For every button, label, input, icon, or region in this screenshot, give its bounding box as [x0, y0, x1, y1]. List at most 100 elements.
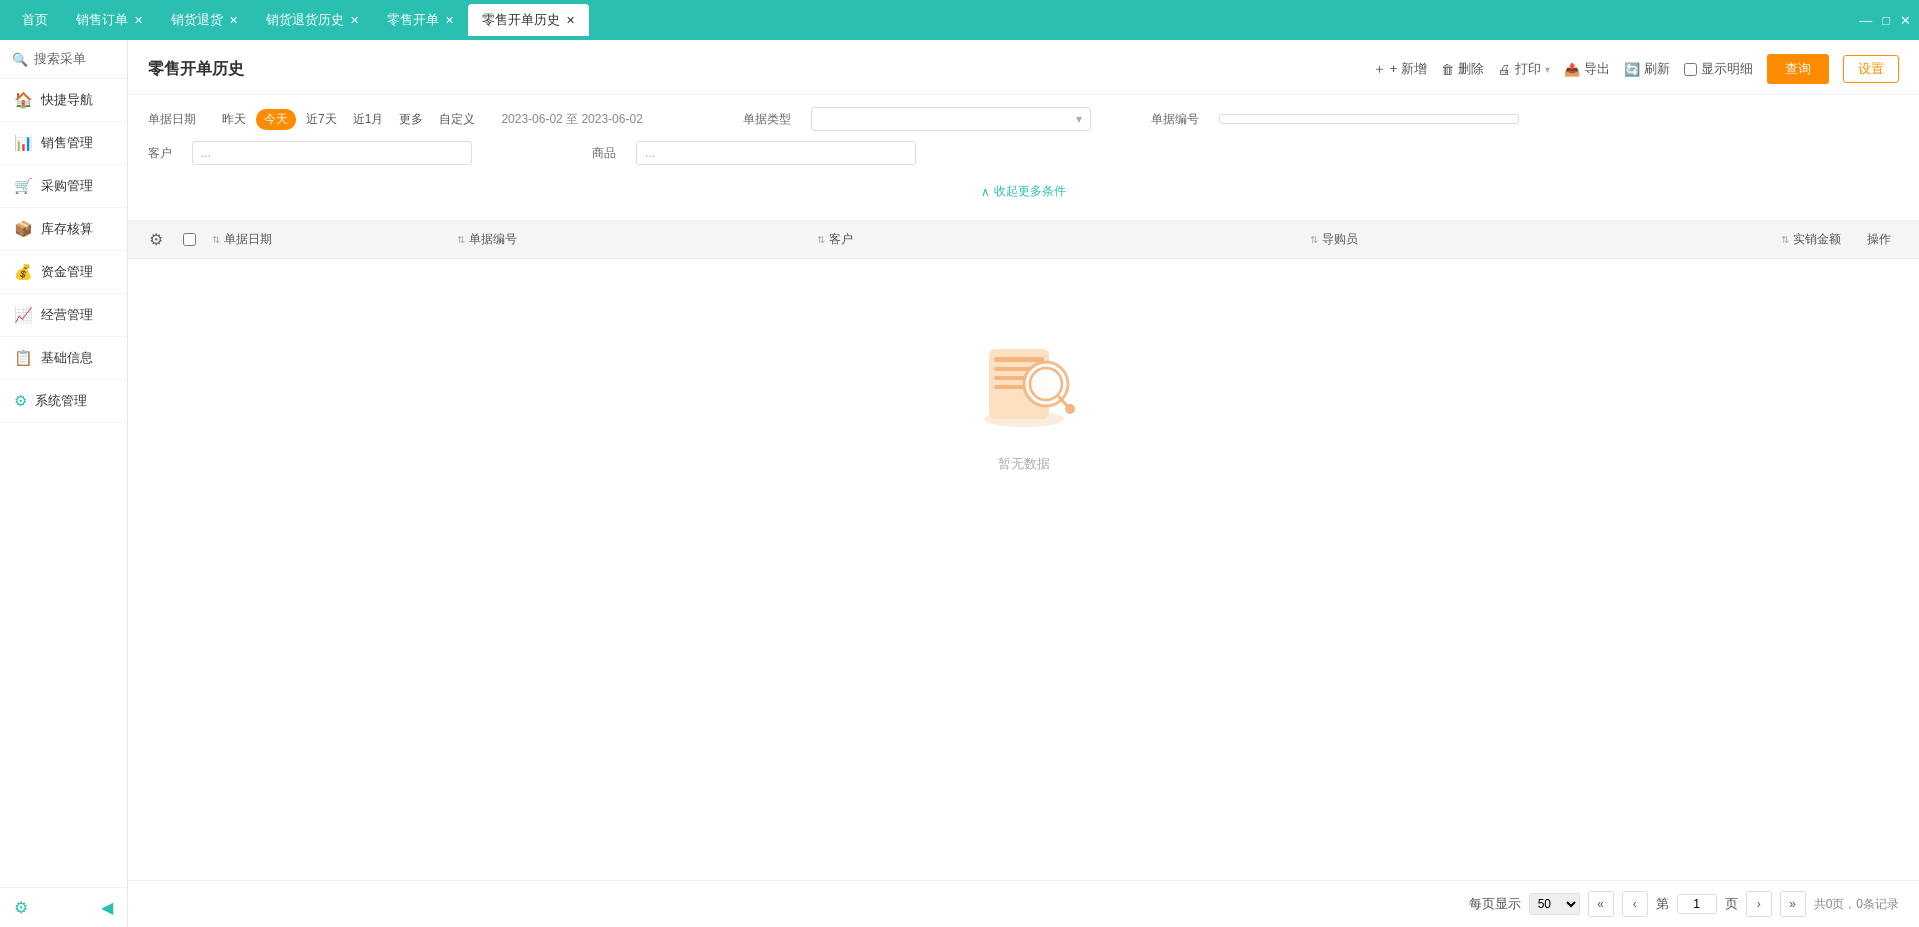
type-select[interactable]: ▾ [811, 107, 1091, 131]
date-btn-1month[interactable]: 近1月 [347, 109, 390, 130]
select-all-input[interactable] [183, 233, 196, 246]
add-button[interactable]: ＋ + 新增 [1373, 60, 1427, 78]
export-icon: 📤 [1564, 62, 1580, 77]
sidebar-item-finance[interactable]: 💰 资金管理 [0, 251, 127, 294]
col-customer: ⇅ 客户 [809, 231, 1302, 248]
page-title: 零售开单历史 [148, 59, 244, 80]
sidebar-item-quick-nav[interactable]: 🏠 快捷导航 [0, 79, 127, 122]
sort-amount-icon[interactable]: ⇅ [1781, 234, 1789, 245]
col-op: 操作 [1849, 231, 1909, 248]
date-btn-yesterday[interactable]: 昨天 [216, 109, 252, 130]
tab-sales-return[interactable]: 销货退货 ✕ [157, 4, 252, 36]
col-guide: ⇅ 导购员 [1302, 231, 1547, 248]
print-button[interactable]: 🖨 打印 ▾ [1498, 60, 1550, 78]
type-label: 单据类型 [743, 111, 791, 128]
sidebar-item-purchase[interactable]: 🛒 采购管理 [0, 165, 127, 208]
sidebar-item-system[interactable]: ⚙ 系统管理 [0, 380, 127, 423]
close-tab-retail-order[interactable]: ✕ [445, 14, 454, 27]
collapse-icon: ∧ [981, 185, 990, 199]
sidebar: 🔍 搜索采单 🏠 快捷导航 📊 销售管理 🛒 采购管理 📦 库存核算 💰 资金管… [0, 40, 128, 927]
table-header: ⚙ ⇅ 单据日期 ⇅ 单据编号 ⇅ 客户 ⇅ 导购员 [128, 221, 1919, 259]
column-settings-btn[interactable]: ⚙ [138, 230, 174, 249]
maximize-btn[interactable]: □ [1882, 13, 1890, 28]
sidebar-item-basic-info[interactable]: 📋 基础信息 [0, 337, 127, 380]
sort-date-icon[interactable]: ⇅ [212, 234, 220, 245]
date-btn-more[interactable]: 更多 [393, 109, 429, 130]
basic-info-icon: 📋 [14, 349, 33, 367]
sidebar-search[interactable]: 🔍 搜索采单 [0, 40, 127, 79]
tab-bar: 首页 销售订单 ✕ 销货退货 ✕ 销货退货历史 ✕ 零售开单 ✕ 零售开单历史 … [0, 0, 1919, 40]
minimize-btn[interactable]: — [1859, 13, 1872, 28]
print-icon: 🖨 [1498, 62, 1511, 77]
empty-illustration [964, 319, 1084, 439]
col-amount: ⇅ 实销金额 [1547, 231, 1849, 248]
close-tab-sales-return-history[interactable]: ✕ [350, 14, 359, 27]
customer-label: 客户 [148, 145, 172, 162]
tab-sales-order[interactable]: 销售订单 ✕ [62, 4, 157, 36]
type-dropdown-icon: ▾ [1076, 112, 1082, 126]
pagination: 每页显示 50 10 20 100 « ‹ 第 页 › » 共0页，0条记录 [128, 880, 1919, 927]
system-icon: ⚙ [14, 392, 27, 410]
close-tab-retail-order-history[interactable]: ✕ [566, 14, 575, 27]
tab-retail-order-history[interactable]: 零售开单历史 ✕ [468, 4, 589, 36]
home-icon: 🏠 [14, 91, 33, 109]
refresh-button[interactable]: 🔄 刷新 [1624, 60, 1670, 78]
sidebar-item-inventory[interactable]: 📦 库存核算 [0, 208, 127, 251]
customer-dots: ... [201, 146, 211, 160]
page-header: 零售开单历史 ＋ + 新增 🗑 删除 🖨 打印 ▾ 📤 导出 [128, 40, 1919, 95]
content-area: 零售开单历史 ＋ + 新增 🗑 删除 🖨 打印 ▾ 📤 导出 [128, 40, 1919, 927]
select-all-checkbox[interactable] [174, 233, 204, 246]
tab-home[interactable]: 首页 [8, 4, 62, 36]
date-btn-7days[interactable]: 近7天 [300, 109, 343, 130]
collapse-sidebar-icon[interactable]: ◀ [101, 898, 113, 917]
next-page-btn[interactable]: › [1746, 891, 1772, 917]
setting-button[interactable]: 设置 [1843, 55, 1899, 83]
table-area: ⚙ ⇅ 单据日期 ⇅ 单据编号 ⇅ 客户 ⇅ 导购员 [128, 221, 1919, 880]
query-button[interactable]: 查询 [1767, 54, 1829, 84]
window-controls: — □ ✕ [1859, 13, 1911, 28]
close-tab-sales-return[interactable]: ✕ [229, 14, 238, 27]
per-page-select[interactable]: 50 10 20 100 [1529, 893, 1580, 915]
display-detail-input[interactable] [1684, 63, 1697, 76]
refresh-icon: 🔄 [1624, 62, 1640, 77]
settings-bottom-icon[interactable]: ⚙ [14, 898, 28, 917]
total-info: 共0页，0条记录 [1814, 896, 1899, 913]
prev-page-btn[interactable]: ‹ [1622, 891, 1648, 917]
purchase-icon: 🛒 [14, 177, 33, 195]
customer-input[interactable]: ... [192, 141, 472, 165]
display-detail-checkbox[interactable]: 显示明细 [1684, 60, 1753, 78]
collapse-filter-btn[interactable]: ∧ 收起更多条件 [981, 179, 1066, 204]
date-btn-today[interactable]: 今天 [256, 109, 296, 130]
date-btn-custom[interactable]: 自定义 [433, 109, 481, 130]
goods-input[interactable]: ... [636, 141, 916, 165]
sort-guide-icon[interactable]: ⇅ [1310, 234, 1318, 245]
sidebar-item-sales[interactable]: 📊 销售管理 [0, 122, 127, 165]
page-suffix-label: 页 [1725, 895, 1738, 913]
page-number-input[interactable] [1677, 894, 1717, 914]
last-page-btn[interactable]: » [1780, 891, 1806, 917]
add-icon: ＋ [1373, 60, 1386, 78]
filter-row-2: 客户 ... 商品 ... [148, 141, 1899, 165]
filter-area: 单据日期 昨天 今天 近7天 近1月 更多 自定义 2023-06-02 至 2… [128, 95, 1919, 221]
col-date: ⇅ 单据日期 [204, 231, 449, 248]
close-btn[interactable]: ✕ [1900, 13, 1911, 28]
sidebar-bottom: ⚙ ◀ [0, 887, 127, 927]
sort-no-icon[interactable]: ⇅ [457, 234, 465, 245]
sidebar-item-operations[interactable]: 📈 经营管理 [0, 294, 127, 337]
no-input[interactable] [1219, 114, 1519, 124]
tab-retail-order[interactable]: 零售开单 ✕ [373, 4, 468, 36]
delete-button[interactable]: 🗑 删除 [1441, 60, 1484, 78]
sort-customer-icon[interactable]: ⇅ [817, 234, 825, 245]
export-button[interactable]: 📤 导出 [1564, 60, 1610, 78]
search-icon: 🔍 [12, 52, 28, 67]
operations-icon: 📈 [14, 306, 33, 324]
main-layout: 🔍 搜索采单 🏠 快捷导航 📊 销售管理 🛒 采购管理 📦 库存核算 💰 资金管… [0, 40, 1919, 927]
col-no: ⇅ 单据编号 [449, 231, 809, 248]
empty-text: 暂无数据 [998, 455, 1050, 473]
first-page-btn[interactable]: « [1588, 891, 1614, 917]
goods-dots: ... [645, 146, 655, 160]
tab-sales-return-history[interactable]: 销货退货历史 ✕ [252, 4, 373, 36]
close-tab-sales-order[interactable]: ✕ [134, 14, 143, 27]
print-dropdown-icon: ▾ [1545, 64, 1550, 75]
svg-point-9 [1065, 404, 1075, 414]
